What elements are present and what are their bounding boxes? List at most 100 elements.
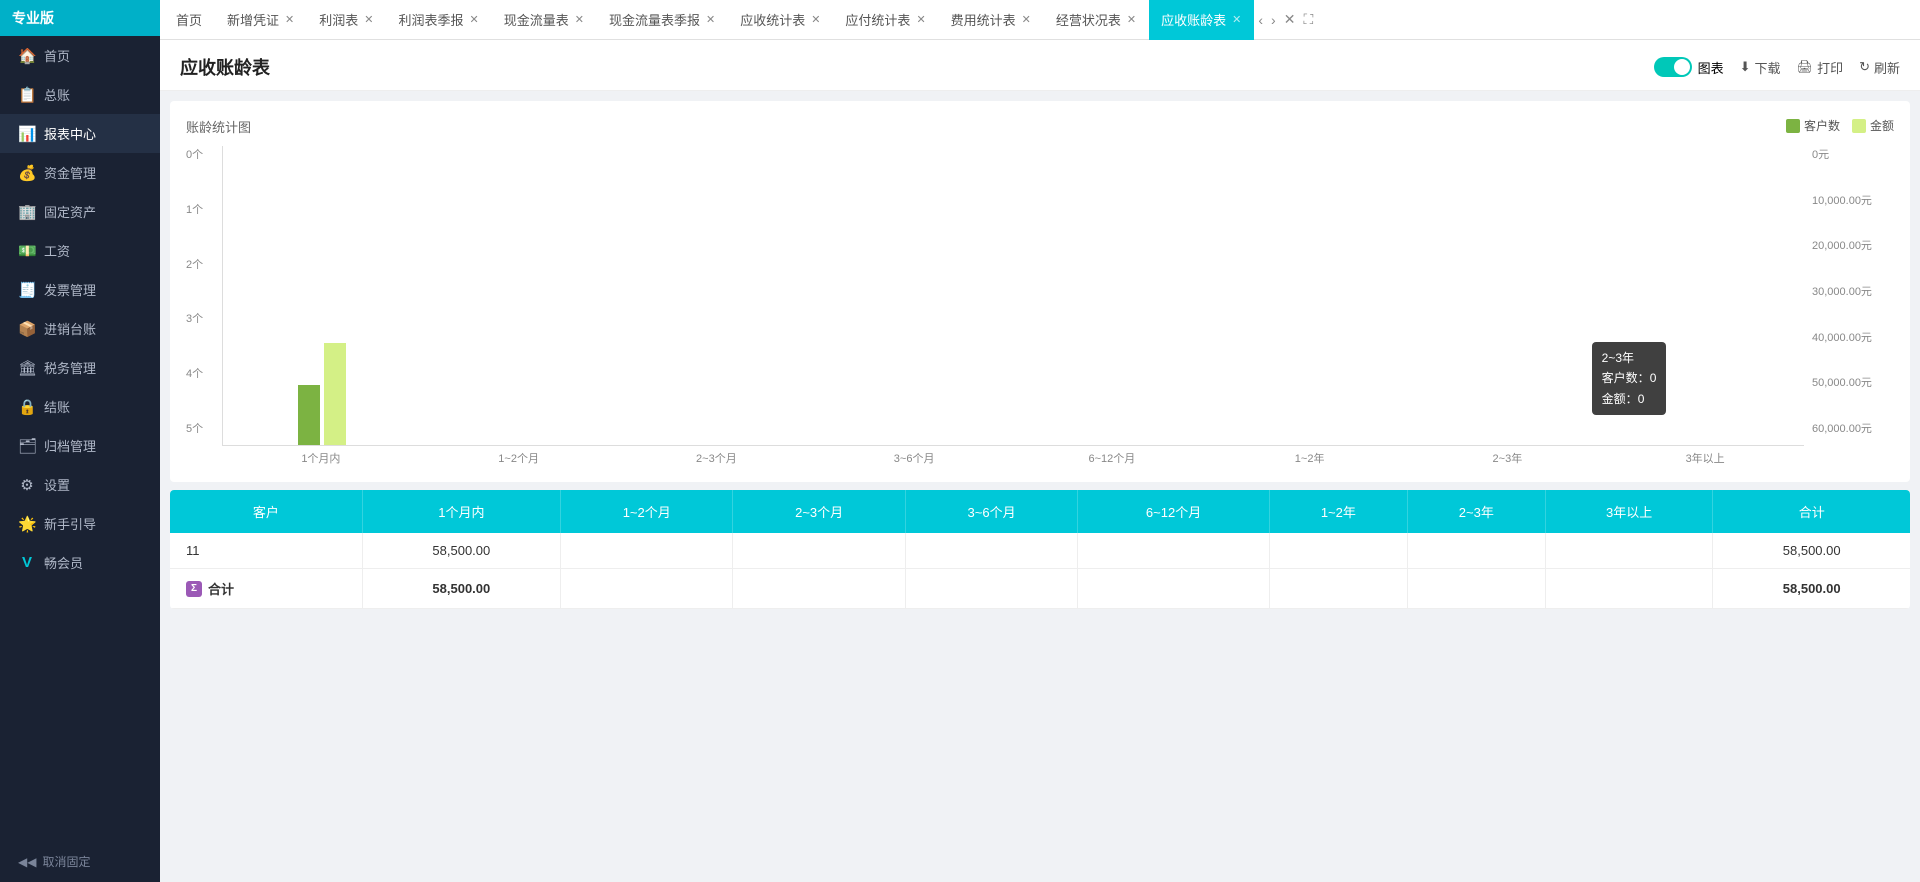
sidebar-item-reports[interactable]: 📊 报表中心 [0, 114, 160, 153]
row-0-customer: 11 [170, 533, 362, 569]
x-label-7: 3年以上 [1606, 450, 1804, 466]
legend-amount-label: 金额 [1870, 117, 1894, 134]
close-receivable-stats-icon[interactable]: ✕ [811, 13, 820, 26]
tab-scroll-right[interactable]: › [1267, 0, 1280, 40]
settings-icon: ⚙ [18, 476, 36, 494]
download-button[interactable]: ⬇ 下载 [1740, 58, 1781, 77]
tab-receivable-stats[interactable]: 应收统计表 ✕ [728, 0, 833, 40]
sidebar-label-home: 首页 [44, 46, 70, 65]
print-button[interactable]: 🖨 打印 [1797, 58, 1844, 77]
tab-close-all[interactable]: ✕ [1280, 0, 1300, 40]
tab-expense-stats[interactable]: 费用统计表 ✕ [939, 0, 1044, 40]
sidebar-label-settings: 设置 [44, 475, 70, 494]
bar-group-4 [1014, 146, 1212, 445]
row-0-1-2year [1269, 533, 1407, 569]
tab-cashflow[interactable]: 现金流量表 ✕ [492, 0, 597, 40]
app-logo: 专业版 [0, 0, 160, 36]
close-cashflow-quarterly-icon[interactable]: ✕ [706, 13, 715, 26]
table-row: 11 58,500.00 58,500.00 [170, 533, 1910, 569]
data-table: 客户 1个月内 1~2个月 2~3个月 3~6个月 6~12个月 1~2年 2~… [170, 490, 1910, 609]
refresh-button[interactable]: ↻ 刷新 [1859, 58, 1900, 77]
sidebar-label-member: 畅会员 [44, 553, 83, 572]
bar-group-2 [618, 146, 816, 445]
sidebar-item-ledger[interactable]: 📋 总账 [0, 75, 160, 114]
total-1-2year [1269, 569, 1407, 609]
sidebar-item-stock[interactable]: 📦 进销台账 [0, 309, 160, 348]
sidebar-item-assets[interactable]: 🏢 固定资产 [0, 192, 160, 231]
total-total: 58,500.00 [1713, 569, 1910, 609]
close-profit-icon[interactable]: ✕ [364, 13, 373, 26]
sidebar-item-home[interactable]: 🏠 首页 [0, 36, 160, 75]
sidebar-item-salary[interactable]: 💵 工资 [0, 231, 160, 270]
tab-profit-quarterly[interactable]: 利润表季报 ✕ [386, 0, 491, 40]
salary-icon: 💵 [18, 242, 36, 260]
sidebar-item-guide[interactable]: 🌟 新手引导 [0, 504, 160, 543]
bar-group-5 [1211, 146, 1409, 445]
legend-customer: 客户数 [1786, 117, 1840, 134]
legend-customer-dot [1786, 119, 1800, 133]
download-label: 下载 [1755, 58, 1781, 77]
tab-cashflow-quarterly[interactable]: 现金流量表季报 ✕ [597, 0, 728, 40]
sidebar-label-salary: 工资 [44, 241, 70, 260]
tab-aging[interactable]: 应收账龄表 ✕ [1149, 0, 1254, 40]
sidebar-item-settings[interactable]: ⚙ 设置 [0, 465, 160, 504]
chart-container: 5个 4个 3个 2个 1个 0个 [186, 146, 1894, 466]
chart-toggle[interactable] [1654, 57, 1692, 77]
close-operations-icon[interactable]: ✕ [1127, 13, 1136, 26]
row-0-3year-plus [1545, 533, 1713, 569]
page-header: 应收账龄表 图表 ⬇ 下载 🖨 打印 ↻ 刷新 [160, 40, 1920, 91]
tab-scroll-left[interactable]: ‹ [1254, 0, 1267, 40]
bar-group-6: 2~3年 客户数：0 金额：0 [1409, 146, 1607, 445]
sidebar-item-funds[interactable]: 💰 资金管理 [0, 153, 160, 192]
pin-label: 取消固定 [42, 853, 90, 870]
close-cashflow-icon[interactable]: ✕ [575, 13, 584, 26]
row-0-total: 58,500.00 [1713, 533, 1910, 569]
col-1month: 1个月内 [362, 490, 560, 533]
tab-aging-label: 应收账龄表 [1161, 10, 1226, 29]
tab-expense-stats-label: 费用统计表 [951, 10, 1016, 29]
tab-payable-stats[interactable]: 应付统计表 ✕ [833, 0, 938, 40]
tab-operations[interactable]: 经营状况表 ✕ [1044, 0, 1149, 40]
member-icon: V [18, 554, 36, 571]
close-expense-stats-icon[interactable]: ✕ [1022, 13, 1031, 26]
tab-profit[interactable]: 利润表 ✕ [307, 0, 386, 40]
sidebar-item-archive[interactable]: 🗂 归档管理 [0, 426, 160, 465]
close-payable-stats-icon[interactable]: ✕ [916, 13, 925, 26]
legend-customer-label: 客户数 [1804, 117, 1840, 134]
sidebar-label-invoice: 发票管理 [44, 280, 96, 299]
row-0-2-3year [1407, 533, 1545, 569]
tab-expand[interactable]: ⛶ [1299, 0, 1317, 40]
guide-icon: 🌟 [18, 515, 36, 533]
sidebar: 专业版 🏠 首页 📋 总账 📊 报表中心 💰 资金管理 🏢 固定资产 💵 工资 … [0, 0, 160, 882]
col-customer: 客户 [170, 490, 362, 533]
close-new-voucher-icon[interactable]: ✕ [285, 13, 294, 26]
total-label-cell: Σ 合计 [170, 569, 362, 609]
bar-group-1 [421, 146, 619, 445]
total-label-text: 合计 [208, 579, 234, 598]
tab-home[interactable]: 首页 [164, 0, 215, 40]
tab-new-voucher[interactable]: 新增凭证 ✕ [215, 0, 307, 40]
sidebar-item-closing[interactable]: 🔒 结账 [0, 387, 160, 426]
col-1-2year: 1~2年 [1269, 490, 1407, 533]
header-actions: 图表 ⬇ 下载 🖨 打印 ↻ 刷新 [1654, 57, 1900, 77]
x-label-0: 1个月内 [222, 450, 420, 466]
tab-bar: 首页 新增凭证 ✕ 利润表 ✕ 利润表季报 ✕ 现金流量表 ✕ 现金流量表季报 … [160, 0, 1920, 40]
print-icon: 🖨 [1797, 59, 1814, 75]
row-0-3-6month [905, 533, 1077, 569]
sidebar-item-invoice[interactable]: 🧾 发票管理 [0, 270, 160, 309]
close-aging-icon[interactable]: ✕ [1232, 13, 1241, 26]
download-icon: ⬇ [1740, 59, 1751, 75]
sidebar-pin-toggle[interactable]: ◀◀ 取消固定 [0, 841, 160, 882]
sidebar-item-member[interactable]: V 畅会员 [0, 543, 160, 582]
refresh-icon: ↻ [1859, 59, 1870, 75]
col-2-3month: 2~3个月 [733, 490, 905, 533]
sidebar-item-tax[interactable]: 🏛 税务管理 [0, 348, 160, 387]
sidebar-label-closing: 结账 [44, 397, 70, 416]
col-1-2month: 1~2个月 [561, 490, 733, 533]
reports-icon: 📊 [18, 125, 36, 143]
close-profit-quarterly-icon[interactable]: ✕ [470, 13, 479, 26]
sidebar-label-archive: 归档管理 [44, 436, 96, 455]
table-section: 客户 1个月内 1~2个月 2~3个月 3~6个月 6~12个月 1~2年 2~… [170, 490, 1910, 609]
total-icon: Σ [186, 581, 202, 597]
sidebar-label-ledger: 总账 [44, 85, 70, 104]
